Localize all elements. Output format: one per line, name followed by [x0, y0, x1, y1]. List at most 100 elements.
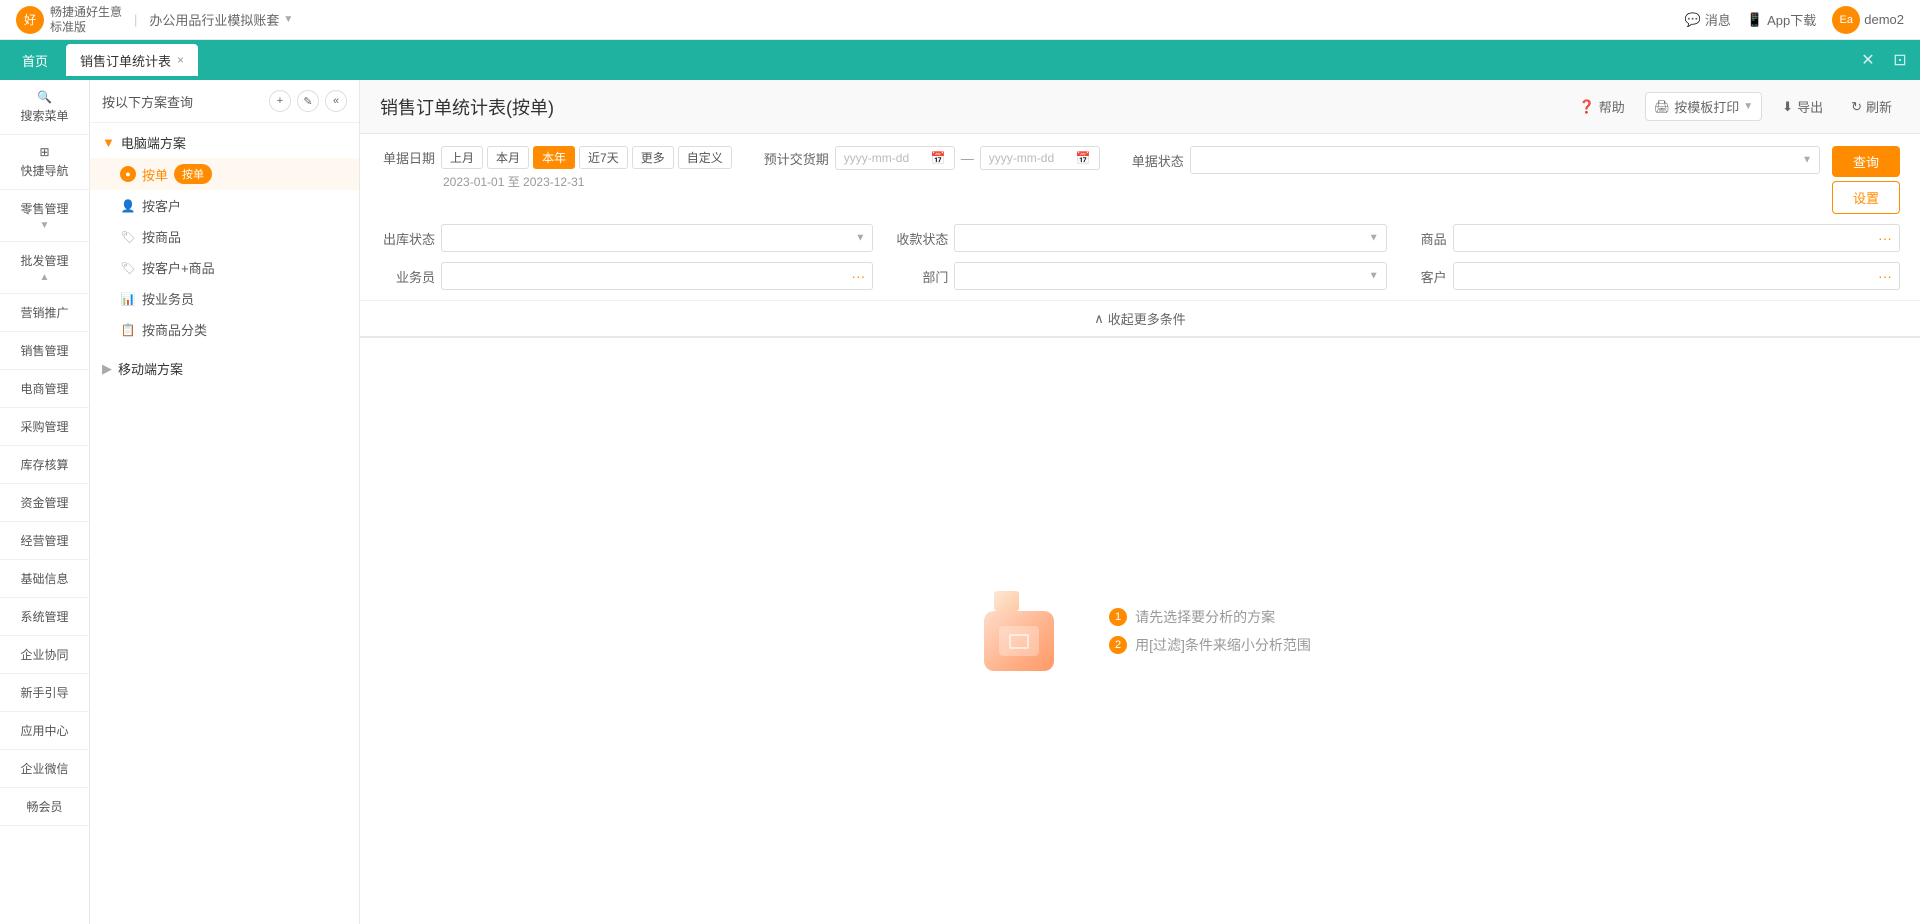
- sidebar-item-membership[interactable]: 畅会员: [0, 788, 89, 826]
- date-btn-this-month[interactable]: 本月: [487, 146, 529, 169]
- tip-2-num: 2: [1109, 636, 1127, 654]
- customer-input[interactable]: [1453, 262, 1900, 290]
- filter-content: 单据日期 上月 本月 本年 近7天 更多 自定义 2023: [360, 134, 1920, 290]
- date-filter-label: 单据日期: [380, 148, 435, 167]
- sidebar-item-wholesale[interactable]: 批发管理 ▲: [0, 242, 89, 294]
- scheme-group-mobile-title[interactable]: ▶ 移动端方案: [90, 353, 359, 384]
- doc-status-select[interactable]: 未审核 已审核 已关闭: [1190, 146, 1820, 174]
- date-btn-custom[interactable]: 自定义: [678, 146, 732, 169]
- calendar-start-icon: 📅: [931, 151, 946, 165]
- retail-chevron-icon: ▼: [40, 220, 50, 231]
- top-bar-left: 好 畅捷通好生意 标准版 | 办公用品行业模拟账套 ▼: [16, 5, 293, 34]
- group-expand-icon: ▼: [102, 135, 115, 150]
- tab-bar-actions: ✕ ⊡: [1856, 48, 1912, 72]
- top-bar-right: 💬 消息 📱 App下载 Ea demo2: [1685, 6, 1904, 34]
- sidebar-item-app-center[interactable]: 应用中心: [0, 712, 89, 750]
- scheme-group-pc-title[interactable]: ▼ 电脑端方案: [90, 127, 359, 158]
- sidebar-item-sales[interactable]: 销售管理: [0, 332, 89, 370]
- scheme-item-by-customer[interactable]: 👤 按客户: [90, 190, 359, 221]
- main-panel: 销售订单统计表(按单) ❓ 帮助 🖨 按模板打印 ▼ ⬇ 导出: [360, 80, 1920, 924]
- scheme-group-pc: ▼ 电脑端方案 ● 按单 按单 👤 按客户 🏷 按商品 🏷: [90, 123, 359, 349]
- collapse-panel-btn[interactable]: «: [325, 90, 347, 112]
- refresh-btn[interactable]: ↻ 刷新: [1843, 93, 1900, 120]
- customer-dots-icon[interactable]: ···: [1878, 268, 1892, 284]
- empty-illustration: [969, 581, 1069, 681]
- salesperson-input[interactable]: [441, 262, 873, 290]
- sidebar-item-basic-info[interactable]: 基础信息: [0, 560, 89, 598]
- breadcrumb-chevron-icon: ▼: [283, 14, 293, 25]
- sidebar-item-retail[interactable]: 零售管理 ▼: [0, 190, 89, 242]
- settings-btn[interactable]: 设置: [1832, 181, 1900, 214]
- sidebar-item-enterprise[interactable]: 企业协同: [0, 636, 89, 674]
- by-product-icon: 🏷: [120, 229, 136, 245]
- collapse-bar[interactable]: ∧ 收起更多条件: [360, 300, 1920, 337]
- department-select[interactable]: 销售部 采购部 财务部: [954, 262, 1386, 290]
- tab-close-window-btn[interactable]: ✕: [1856, 48, 1880, 72]
- goods-label: 商品: [1407, 229, 1447, 248]
- tab-close-icon[interactable]: ×: [177, 53, 184, 67]
- scheme-item-by-salesperson[interactable]: 📊 按业务员: [90, 283, 359, 314]
- app-download-btn[interactable]: 📱 App下载: [1747, 10, 1816, 29]
- sidebar: 🔍 搜索菜单 ⊞ 快捷导航 零售管理 ▼ 批发管理 ▲ 营销推广 销售管理 电商…: [0, 80, 90, 924]
- empty-state: 1 请先选择要分析的方案 2 用[过滤]条件来缩小分析范围: [360, 338, 1920, 924]
- sidebar-item-system[interactable]: 系统管理: [0, 598, 89, 636]
- scheme-item-by-customer-product[interactable]: 🏷 按客户+商品: [90, 252, 359, 283]
- sidebar-item-ecommerce[interactable]: 电商管理: [0, 370, 89, 408]
- pc-group-label: 电脑端方案: [121, 133, 186, 152]
- help-btn[interactable]: ❓ 帮助: [1571, 93, 1633, 120]
- date-btn-more[interactable]: 更多: [632, 146, 674, 169]
- sidebar-item-finance[interactable]: 资金管理: [0, 484, 89, 522]
- message-btn[interactable]: 💬 消息: [1685, 10, 1731, 29]
- goods-input[interactable]: [1453, 224, 1900, 252]
- left-panel-actions: + ✎ «: [269, 90, 347, 112]
- tab-restore-btn[interactable]: ⊡: [1888, 48, 1912, 72]
- predicted-date-start[interactable]: yyyy-mm-dd 📅: [835, 146, 955, 170]
- goods-dots-icon[interactable]: ···: [1878, 230, 1892, 246]
- print-btn[interactable]: 🖨 按模板打印 ▼: [1645, 92, 1762, 121]
- logo-area: 好 畅捷通好生意 标准版: [16, 5, 122, 34]
- sidebar-item-marketing[interactable]: 营销推广: [0, 294, 89, 332]
- left-panel: 按以下方案查询 + ✎ « ▼ 电脑端方案 ● 按单 按单: [90, 80, 360, 924]
- sidebar-item-inventory[interactable]: 库存核算: [0, 446, 89, 484]
- wholesale-chevron-icon: ▲: [40, 272, 50, 283]
- delivery-status-select[interactable]: 未发货 部分发货 已发货: [441, 224, 873, 252]
- empty-tips: 1 请先选择要分析的方案 2 用[过滤]条件来缩小分析范围: [1109, 607, 1311, 655]
- by-customer-icon: 👤: [120, 198, 136, 214]
- salesperson-dots-icon[interactable]: ···: [851, 268, 865, 284]
- sidebar-search[interactable]: 🔍 搜索菜单: [0, 80, 89, 135]
- scheme-item-by-order[interactable]: ● 按单 按单: [90, 158, 359, 190]
- tab-home[interactable]: 首页: [8, 44, 62, 76]
- add-scheme-btn[interactable]: +: [269, 90, 291, 112]
- scheme-item-by-product-category[interactable]: 📋 按商品分类: [90, 314, 359, 345]
- predicted-delivery-label: 预计交货期: [764, 149, 829, 168]
- export-btn[interactable]: ⬇ 导出: [1774, 93, 1831, 120]
- calendar-end-icon: 📅: [1076, 151, 1091, 165]
- quick-nav-icon: ⊞: [39, 145, 49, 159]
- print-icon: 🖨: [1654, 99, 1671, 115]
- by-customer-product-icon: 🏷: [120, 260, 136, 276]
- date-btn-last-7-days[interactable]: 近7天: [579, 146, 628, 169]
- print-chevron-icon: ▼: [1743, 101, 1753, 112]
- date-btn-this-year[interactable]: 本年: [533, 146, 575, 169]
- scheme-item-by-product[interactable]: 🏷 按商品: [90, 221, 359, 252]
- sidebar-item-operations[interactable]: 经营管理: [0, 522, 89, 560]
- query-btn[interactable]: 查询: [1832, 146, 1900, 177]
- left-panel-header: 按以下方案查询 + ✎ «: [90, 80, 359, 123]
- page-header: 销售订单统计表(按单) ❓ 帮助 🖨 按模板打印 ▼ ⬇ 导出: [360, 80, 1920, 134]
- date-btn-last-month[interactable]: 上月: [441, 146, 483, 169]
- payment-status-select[interactable]: 未收款 部分收款 已收款: [954, 224, 1386, 252]
- predicted-date-end[interactable]: yyyy-mm-dd 📅: [980, 146, 1100, 170]
- tip-1-num: 1: [1109, 608, 1127, 626]
- sidebar-item-purchase[interactable]: 采购管理: [0, 408, 89, 446]
- breadcrumb[interactable]: 办公用品行业模拟账套 ▼: [149, 10, 293, 29]
- edit-scheme-btn[interactable]: ✎: [297, 90, 319, 112]
- main-layout: 🔍 搜索菜单 ⊞ 快捷导航 零售管理 ▼ 批发管理 ▲ 营销推广 销售管理 电商…: [0, 80, 1920, 924]
- sidebar-item-newbie[interactable]: 新手引导: [0, 674, 89, 712]
- tab-sales-order-stats[interactable]: 销售订单统计表 ×: [66, 44, 198, 76]
- user-profile[interactable]: Ea demo2: [1832, 6, 1904, 34]
- sidebar-quick-nav[interactable]: ⊞ 快捷导航: [0, 135, 89, 190]
- doc-status-label: 单据状态: [1132, 151, 1184, 170]
- message-icon: 💬: [1685, 12, 1701, 28]
- sidebar-item-wechat[interactable]: 企业微信: [0, 750, 89, 788]
- mobile-group-label: 移动端方案: [118, 359, 183, 378]
